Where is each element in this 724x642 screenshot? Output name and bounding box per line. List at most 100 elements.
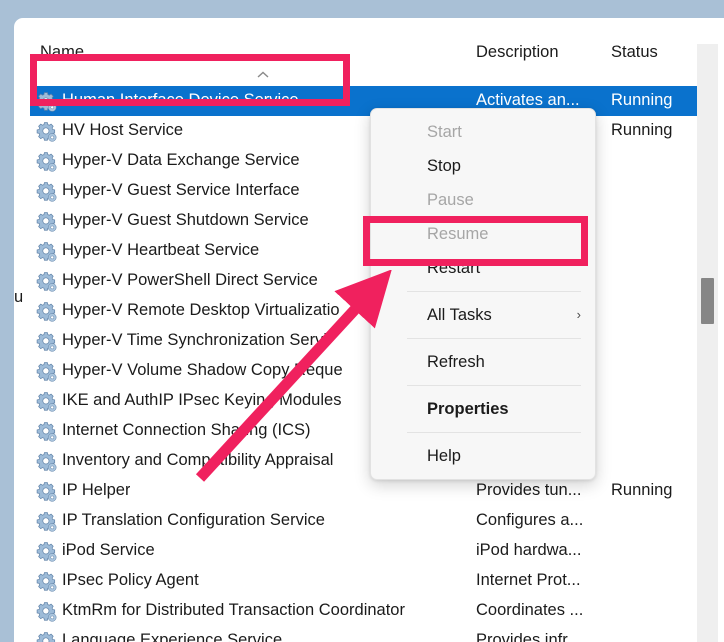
service-gear-icon [36,481,57,502]
table-row[interactable]: Language Experience Service Provides infr… [14,626,724,642]
context-menu[interactable]: Start Stop Pause Resume Restart All Tasks › Ref… [370,108,596,480]
service-gear-icon [36,151,57,172]
service-name: Inventory and Compatibility Appraisal [62,451,334,469]
services-window: Name Description Status Human Interface … [14,18,724,642]
service-name: IP Translation Configuration Service [62,511,325,529]
services-list-viewport: Name Description Status Human Interface … [14,18,724,642]
service-gear-icon [36,601,57,622]
service-name: Hyper-V Remote Desktop Virtualizatio [62,301,340,319]
table-row[interactable]: Hyper-V Guest Service Interface [14,176,724,206]
column-header-description[interactable]: Description [476,40,559,64]
service-gear-icon [36,271,57,292]
scrollbar-thumb[interactable] [701,278,714,324]
service-gear-icon [36,241,57,262]
menu-item-pause: Pause [371,183,595,217]
table-row[interactable]: IPsec Policy Agent Internet Prot... [14,566,724,596]
menu-item-resume: Resume [371,217,595,251]
services-list: Human Interface Device Service Activates … [14,86,724,642]
chevron-right-icon: › [576,307,581,322]
table-row[interactable]: IP Translation Configuration Service Conf… [14,506,724,536]
service-gear-icon [36,631,57,642]
service-gear-icon [36,211,57,232]
service-name: Hyper-V Guest Service Interface [62,181,300,199]
menu-item-properties[interactable]: Properties [371,392,595,426]
table-row[interactable]: Hyper-V Volume Shadow Copy Reque [14,356,724,386]
service-name: Hyper-V Data Exchange Service [62,151,300,169]
menu-separator [407,385,581,386]
service-name: Hyper-V Volume Shadow Copy Reque [62,361,343,379]
sort-ascending-icon [255,70,271,80]
service-name: iPod Service [62,541,155,559]
menu-item-label: All Tasks [427,306,492,324]
menu-item-label: Refresh [427,353,485,371]
vertical-scrollbar[interactable] [697,44,718,642]
column-header-name[interactable]: Name [40,40,84,64]
service-name: Hyper-V Time Synchronization Servi [62,331,328,349]
table-row[interactable]: Hyper-V Time Synchronization Servi [14,326,724,356]
menu-item-label: Stop [427,157,461,175]
service-status: Running [611,481,673,499]
table-row[interactable]: IP Helper Provides tun... Running [14,476,724,506]
service-description: Internet Prot... [476,571,581,589]
table-row[interactable]: Human Interface Device Service Activates … [14,86,724,116]
menu-item-label: Pause [427,191,474,209]
service-name: Language Experience Service [62,631,283,642]
table-row[interactable]: Hyper-V PowerShell Direct Service [14,266,724,296]
menu-separator [407,291,581,292]
service-name: Hyper-V Guest Shutdown Service [62,211,309,229]
service-gear-icon [36,301,57,322]
service-gear-icon [36,361,57,382]
background-text-fragment: u [14,288,24,306]
row-background[interactable] [30,476,706,506]
table-row[interactable]: iPod Service iPod hardwa... [14,536,724,566]
menu-item-label: Help [427,447,461,465]
service-description: iPod hardwa... [476,541,582,559]
table-row[interactable]: Hyper-V Guest Shutdown Service [14,206,724,236]
service-gear-icon [36,91,57,112]
service-gear-icon [36,121,57,142]
menu-separator [407,338,581,339]
menu-separator [407,432,581,433]
service-gear-icon [36,181,57,202]
menu-item-all-tasks[interactable]: All Tasks › [371,298,595,332]
service-name: IKE and AuthIP IPsec Keying Modules [62,391,342,409]
service-description: Provides infr... [476,631,581,642]
service-name: IPsec Policy Agent [62,571,199,589]
service-description: Coordinates ... [476,601,584,619]
service-status: Running [611,91,673,109]
service-description: Provides tun... [476,481,582,499]
column-header-row: Name Description Status [14,40,724,78]
service-name: IP Helper [62,481,131,499]
service-gear-icon [36,421,57,442]
service-name: Internet Connection Sharing (ICS) [62,421,311,439]
service-name: KtmRm for Distributed Transaction Coordi… [62,601,405,619]
table-row[interactable]: Internet Connection Sharing (ICS) [14,416,724,446]
menu-item-help[interactable]: Help [371,439,595,473]
table-row[interactable]: IKE and AuthIP IPsec Keying Modules [14,386,724,416]
service-name: HV Host Service [62,121,184,139]
service-gear-icon [36,331,57,352]
menu-item-restart[interactable]: Restart [371,251,595,285]
service-description: Configures a... [476,511,584,529]
column-header-status[interactable]: Status [611,40,658,64]
service-gear-icon [36,451,57,472]
service-gear-icon [36,511,57,532]
table-row[interactable]: Hyper-V Heartbeat Service [14,236,724,266]
menu-item-label: Resume [427,225,489,243]
service-name: Hyper-V Heartbeat Service [62,241,260,259]
service-gear-icon [36,391,57,412]
table-row[interactable]: KtmRm for Distributed Transaction Coordi… [14,596,724,626]
service-name: Hyper-V PowerShell Direct Service [62,271,318,289]
service-gear-icon [36,571,57,592]
menu-item-refresh[interactable]: Refresh [371,345,595,379]
menu-item-start: Start [371,115,595,149]
menu-item-stop[interactable]: Stop [371,149,595,183]
service-name: Human Interface Device Service [62,91,299,109]
table-row[interactable]: Inventory and Compatibility Appraisal [14,446,724,476]
table-row[interactable]: Hyper-V Data Exchange Service [14,146,724,176]
menu-item-label: Restart [427,259,481,277]
table-row[interactable]: Hyper-V Remote Desktop Virtualizatio [14,296,724,326]
table-row[interactable]: HV Host Service...Running [14,116,724,146]
service-status: Running [611,121,673,139]
menu-item-label: Properties [427,400,509,418]
